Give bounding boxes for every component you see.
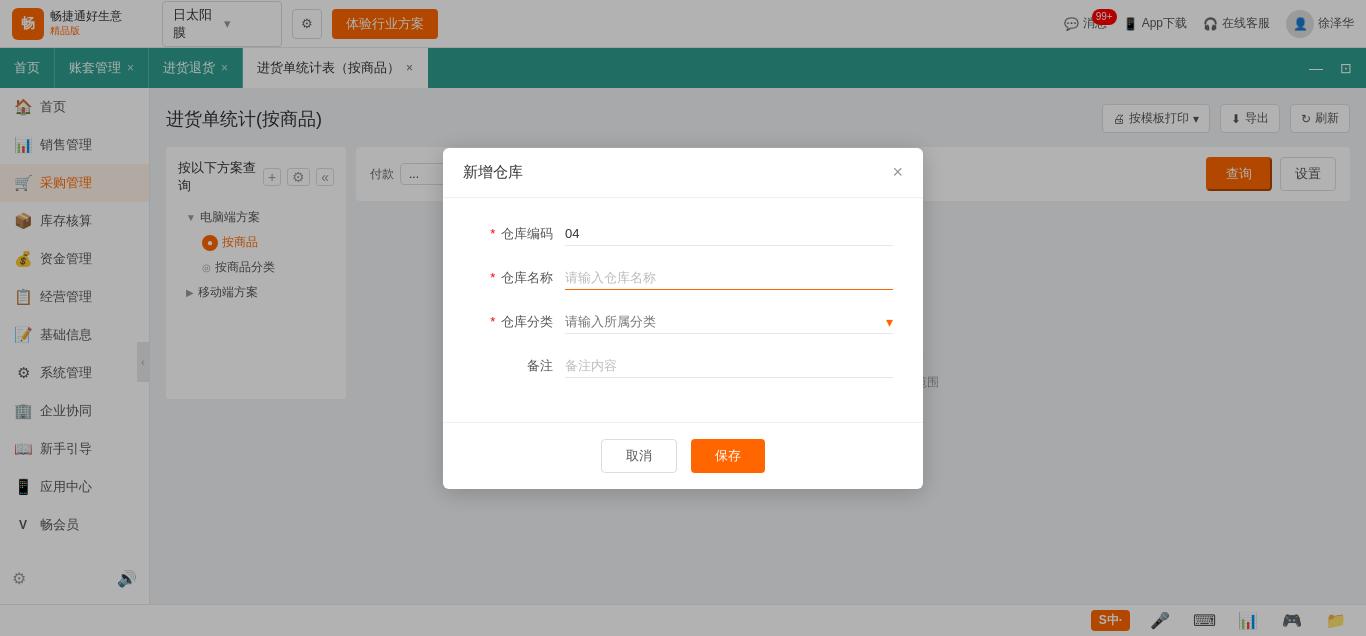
modal-overlay: 新增仓库 × * 仓库编码 * 仓库名称 bbox=[0, 0, 1366, 636]
code-label: * 仓库编码 bbox=[473, 225, 553, 243]
form-row-name: * 仓库名称 bbox=[473, 266, 893, 290]
code-input[interactable] bbox=[565, 222, 893, 246]
form-row-code: * 仓库编码 bbox=[473, 222, 893, 246]
modal-body: * 仓库编码 * 仓库名称 * 仓库分类 bbox=[443, 198, 923, 422]
modal-title: 新增仓库 bbox=[463, 163, 523, 182]
cancel-button[interactable]: 取消 bbox=[601, 439, 677, 473]
note-input[interactable] bbox=[565, 354, 893, 378]
category-input[interactable] bbox=[565, 310, 893, 334]
add-warehouse-modal: 新增仓库 × * 仓库编码 * 仓库名称 bbox=[443, 148, 923, 489]
category-label: * 仓库分类 bbox=[473, 313, 553, 331]
name-input[interactable] bbox=[565, 266, 893, 290]
note-label: 备注 bbox=[473, 357, 553, 375]
modal-close-button[interactable]: × bbox=[892, 162, 903, 183]
name-label: * 仓库名称 bbox=[473, 269, 553, 287]
form-row-category: * 仓库分类 ▾ bbox=[473, 310, 893, 334]
category-select-wrapper: ▾ bbox=[565, 310, 893, 334]
modal-footer: 取消 保存 bbox=[443, 422, 923, 489]
save-button[interactable]: 保存 bbox=[691, 439, 765, 473]
form-row-note: 备注 bbox=[473, 354, 893, 378]
modal-header: 新增仓库 × bbox=[443, 148, 923, 198]
